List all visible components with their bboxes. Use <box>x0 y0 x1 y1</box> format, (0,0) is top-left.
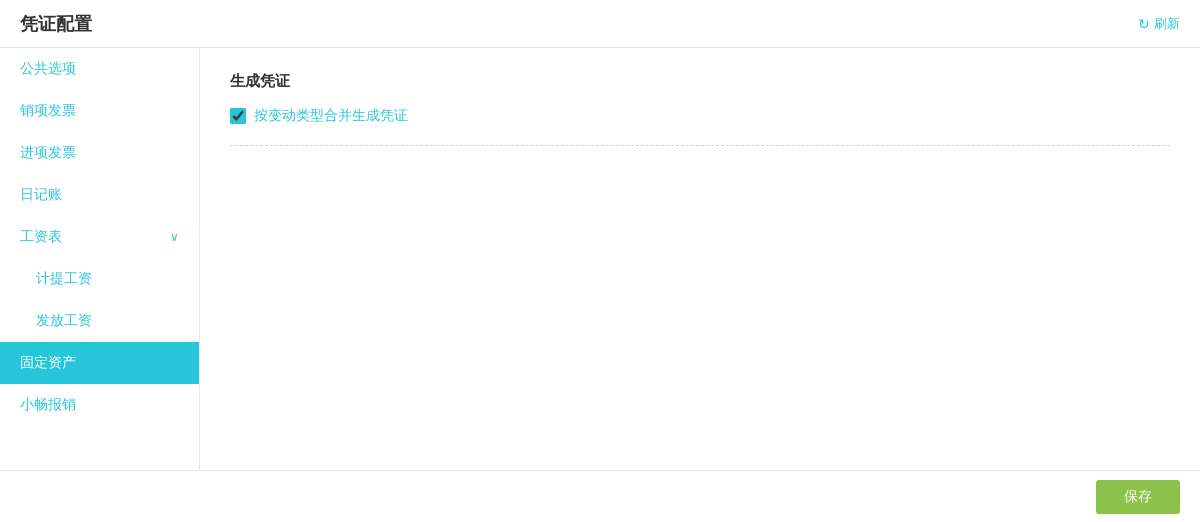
page-wrapper: 凭证配置 ↻ 刷新 公共选项销项发票进项发票日记账工资表 ∨ 计提工资发放工资固定资… <box>0 0 1200 522</box>
sidebar-item-label-accrual-payroll: 计提工资 <box>36 270 92 288</box>
sidebar-item-label-journal: 日记账 <box>20 186 62 204</box>
page-header: 凭证配置 ↻ 刷新 <box>0 0 1200 48</box>
save-button[interactable]: 保存 <box>1096 480 1180 514</box>
main-content: 生成凭证 按变动类型合并生成凭证 <box>200 48 1200 470</box>
sidebar-item-accrual-payroll[interactable]: 计提工资 <box>0 258 199 300</box>
divider <box>230 145 1170 146</box>
sidebar-item-pay-payroll[interactable]: 发放工资 <box>0 300 199 342</box>
sidebar-item-label-public-options: 公共选项 <box>20 60 76 78</box>
page-title: 凭证配置 <box>20 12 92 36</box>
sidebar-item-fixed-assets[interactable]: 固定资产 <box>0 342 199 384</box>
sidebar-item-label-pay-payroll: 发放工资 <box>36 312 92 330</box>
sidebar-item-label-purchase-invoice: 进项发票 <box>20 144 76 162</box>
sidebar-item-label-expense-report: 小畅报销 <box>20 396 76 414</box>
sidebar-item-journal[interactable]: 日记账 <box>0 174 199 216</box>
sidebar: 公共选项销项发票进项发票日记账工资表 ∨ 计提工资发放工资固定资产小畅报销 <box>0 48 200 470</box>
chevron-down-icon: ∨ <box>170 230 179 244</box>
sidebar-item-expense-report[interactable]: 小畅报销 <box>0 384 199 426</box>
refresh-button[interactable]: ↻ 刷新 <box>1138 15 1180 33</box>
sidebar-item-label-sales-invoice: 销项发票 <box>20 102 76 120</box>
checkbox-row: 按变动类型合并生成凭证 <box>230 107 1170 125</box>
refresh-icon: ↻ <box>1138 16 1150 32</box>
page-body: 公共选项销项发票进项发票日记账工资表 ∨ 计提工资发放工资固定资产小畅报销 生成凭证… <box>0 48 1200 470</box>
section-title: 生成凭证 <box>230 72 1170 91</box>
sidebar-item-sales-invoice[interactable]: 销项发票 <box>0 90 199 132</box>
sidebar-item-payroll-sheet[interactable]: 工资表 ∨ <box>0 216 199 258</box>
merge-voucher-label[interactable]: 按变动类型合并生成凭证 <box>254 107 408 125</box>
sidebar-item-purchase-invoice[interactable]: 进项发票 <box>0 132 199 174</box>
merge-voucher-checkbox[interactable] <box>230 108 246 124</box>
sidebar-item-label-fixed-assets: 固定资产 <box>20 354 76 372</box>
page-footer: 保存 <box>0 470 1200 522</box>
refresh-label: 刷新 <box>1154 15 1180 33</box>
sidebar-item-public-options[interactable]: 公共选项 <box>0 48 199 90</box>
sidebar-item-label-payroll-sheet: 工资表 <box>20 228 62 246</box>
